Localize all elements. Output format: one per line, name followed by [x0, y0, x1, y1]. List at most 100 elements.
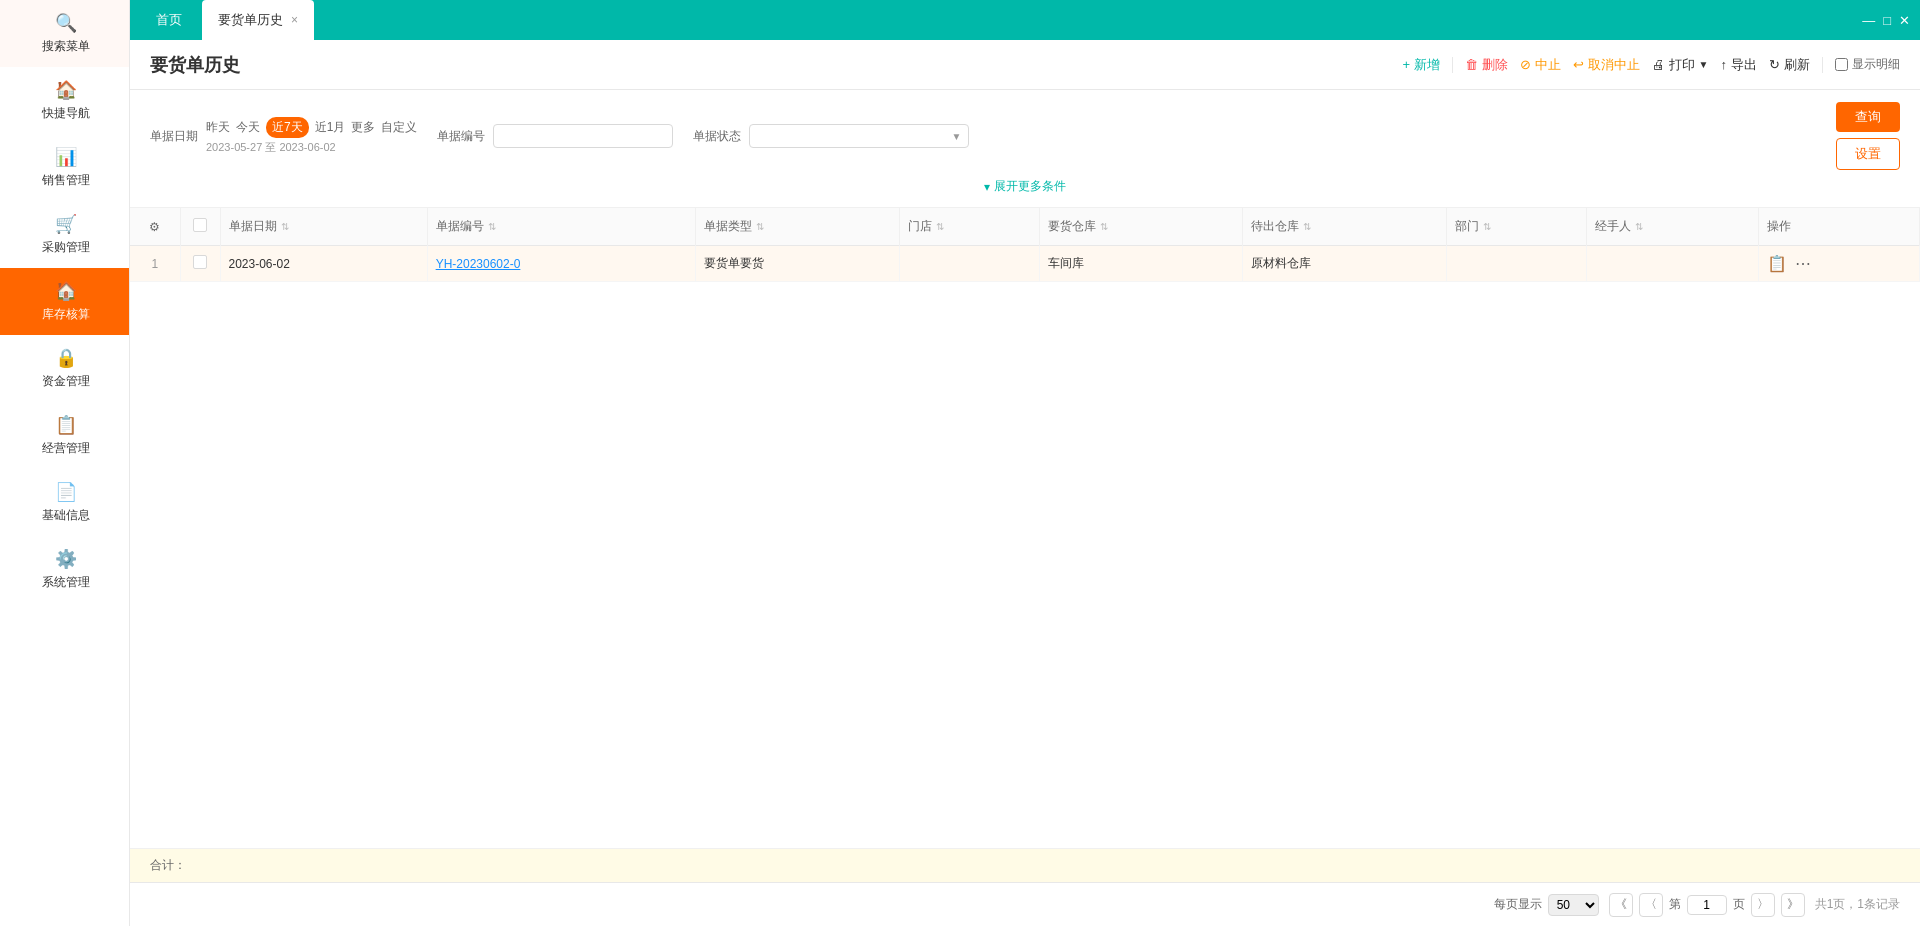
page-label-after: 页: [1733, 896, 1745, 913]
sidebar-item-finance[interactable]: 🔒 资金管理: [0, 335, 129, 402]
first-page-button[interactable]: 《: [1609, 893, 1633, 917]
tab-active[interactable]: 要货单历史 ×: [202, 0, 314, 40]
refresh-button[interactable]: ↻ 刷新: [1769, 56, 1810, 74]
tab-close-icon[interactable]: ×: [291, 13, 298, 27]
sidebar-item-operations[interactable]: 📋 经营管理: [0, 402, 129, 469]
search-icon: 🔍: [55, 12, 77, 34]
sidebar-item-sales[interactable]: 📊 销售管理: [0, 134, 129, 201]
pagination-bar: 每页显示 50 20 100 200 《 〈 第 页 〉 》: [130, 882, 1920, 926]
per-page-control: 每页显示 50 20 100 200: [1494, 894, 1599, 916]
print-chevron-icon: ▼: [1699, 59, 1709, 70]
export-button[interactable]: ↑ 导出: [1721, 56, 1758, 74]
sidebar-item-inventory[interactable]: 🏠 库存核算: [0, 268, 129, 335]
sidebar-item-system[interactable]: ⚙️ 系统管理: [0, 536, 129, 603]
cancel-stop-button[interactable]: ↩ 取消中止: [1573, 56, 1640, 74]
col-bill-type[interactable]: 单据类型 ⇅: [696, 208, 899, 246]
cancel-icon: ↩: [1573, 57, 1584, 72]
sort-icon: ⇅: [756, 221, 764, 232]
col-req-warehouse[interactable]: 要货仓库 ⇅: [1039, 208, 1242, 246]
date-shortcuts: 昨天 今天 近7天 近1月 更多 自定义: [206, 117, 417, 138]
sidebar-item-search[interactable]: 🔍 搜索菜单: [0, 0, 129, 67]
col-checkbox[interactable]: [180, 208, 220, 246]
close-button[interactable]: ✕: [1899, 13, 1910, 28]
table-footer: 合计：: [130, 848, 1920, 882]
col-pending-warehouse[interactable]: 待出仓库 ⇅: [1243, 208, 1446, 246]
date-filter-controls: 昨天 今天 近7天 近1月 更多 自定义 2023-05-27 至 2023-0…: [206, 117, 417, 155]
row-edit-button[interactable]: 📋: [1767, 254, 1787, 273]
sidebar-item-basic-info[interactable]: 📄 基础信息: [0, 469, 129, 536]
tab-home[interactable]: 首页: [140, 0, 198, 40]
header-actions: + 新增 🗑 删除 ⊘ 中止 ↩ 取消中止 🖨 打印 ▼ ↑ 导出: [1402, 56, 1900, 74]
shortcut-1month[interactable]: 近1月: [315, 119, 346, 136]
settings-icon: ⚙: [149, 220, 160, 234]
tab-label: 要货单历史: [218, 11, 283, 29]
row-more-button[interactable]: ⋯: [1795, 254, 1811, 273]
status-select[interactable]: [749, 124, 969, 148]
inventory-icon: 🏠: [55, 280, 77, 302]
row-bill-date: 2023-06-02: [220, 246, 427, 282]
minimize-button[interactable]: —: [1862, 13, 1875, 28]
filter-area: 单据日期 昨天 今天 近7天 近1月 更多 自定义 2023-05-27 至 2…: [130, 90, 1920, 208]
page-navigation: 《 〈 第 页 〉 》: [1609, 893, 1805, 917]
pagination-total-info: 共1页，1条记录: [1815, 896, 1900, 913]
per-page-select[interactable]: 50 20 100 200: [1548, 894, 1599, 916]
refresh-icon: ↻: [1769, 57, 1780, 72]
sidebar-item-label: 库存核算: [42, 306, 90, 323]
sidebar-item-purchase[interactable]: 🛒 采购管理: [0, 201, 129, 268]
sort-icon: ⇅: [1303, 221, 1311, 232]
shortcut-7days[interactable]: 近7天: [266, 117, 309, 138]
row-actions: 📋 ⋯: [1758, 246, 1919, 282]
query-button[interactable]: 查询: [1836, 102, 1900, 132]
col-bill-no[interactable]: 单据编号 ⇅: [427, 208, 696, 246]
main-content: 首页 要货单历史 × — □ ✕ 要货单历史 + 新增 🗑 删除 ⊘ 中止: [130, 0, 1920, 926]
prev-page-button[interactable]: 〈: [1639, 893, 1663, 917]
row-req-warehouse: 车间库: [1039, 246, 1242, 282]
print-icon: 🖨: [1652, 57, 1665, 72]
filter-row: 单据日期 昨天 今天 近7天 近1月 更多 自定义 2023-05-27 至 2…: [150, 102, 1900, 170]
stop-button[interactable]: ⊘ 中止: [1520, 56, 1561, 74]
shortcut-more[interactable]: 更多: [351, 119, 375, 136]
sidebar-item-label: 销售管理: [42, 172, 90, 189]
col-department[interactable]: 部门 ⇅: [1446, 208, 1586, 246]
delete-button[interactable]: 🗑 删除: [1465, 56, 1508, 74]
select-all-checkbox[interactable]: [193, 218, 207, 232]
gear-icon: ⚙️: [55, 548, 77, 570]
last-page-button[interactable]: 》: [1781, 893, 1805, 917]
col-bill-date[interactable]: 单据日期 ⇅: [220, 208, 427, 246]
row-handler: [1586, 246, 1758, 282]
sidebar-item-label: 搜索菜单: [42, 38, 90, 55]
col-actions: 操作: [1758, 208, 1919, 246]
print-button[interactable]: 🖨 打印 ▼: [1652, 56, 1709, 74]
shortcut-custom[interactable]: 自定义: [381, 119, 417, 136]
shortcut-today[interactable]: 今天: [236, 119, 260, 136]
col-handler[interactable]: 经手人 ⇅: [1586, 208, 1758, 246]
display-detail-toggle[interactable]: 显示明细: [1835, 56, 1900, 73]
sort-icon: ⇅: [1635, 221, 1643, 232]
bill-no-input[interactable]: [493, 124, 673, 148]
cart-icon: 🛒: [55, 213, 77, 235]
row-bill-no[interactable]: YH-20230602-0: [427, 246, 696, 282]
divider: [1452, 57, 1453, 73]
divider2: [1822, 57, 1823, 73]
chevron-down-icon: ▾: [984, 180, 990, 194]
display-detail-checkbox[interactable]: [1835, 58, 1848, 71]
expand-more-button[interactable]: ▾ 展开更多条件: [150, 178, 1900, 195]
home-icon: 🏠: [55, 79, 77, 101]
sort-icon: ⇅: [281, 221, 289, 232]
new-button[interactable]: + 新增: [1402, 56, 1439, 74]
next-page-button[interactable]: 〉: [1751, 893, 1775, 917]
bill-no-filter-group: 单据编号: [437, 124, 673, 148]
row-checkbox[interactable]: [180, 246, 220, 282]
page-number-input[interactable]: [1687, 895, 1727, 915]
shortcut-yesterday[interactable]: 昨天: [206, 119, 230, 136]
row-store: [899, 246, 1039, 282]
filter-settings-button[interactable]: 设置: [1836, 138, 1900, 170]
maximize-button[interactable]: □: [1883, 13, 1891, 28]
table-row: 1 2023-06-02 YH-20230602-0 要货单要货 车间库 原材料…: [130, 246, 1920, 282]
sidebar-item-quick-nav[interactable]: 🏠 快捷导航: [0, 67, 129, 134]
delete-icon: 🗑: [1465, 57, 1478, 72]
col-settings[interactable]: ⚙: [130, 208, 180, 246]
page-header: 要货单历史 + 新增 🗑 删除 ⊘ 中止 ↩ 取消中止 🖨 打印 ▼: [130, 40, 1920, 90]
status-label: 单据状态: [693, 128, 741, 145]
col-store[interactable]: 门店 ⇅: [899, 208, 1039, 246]
